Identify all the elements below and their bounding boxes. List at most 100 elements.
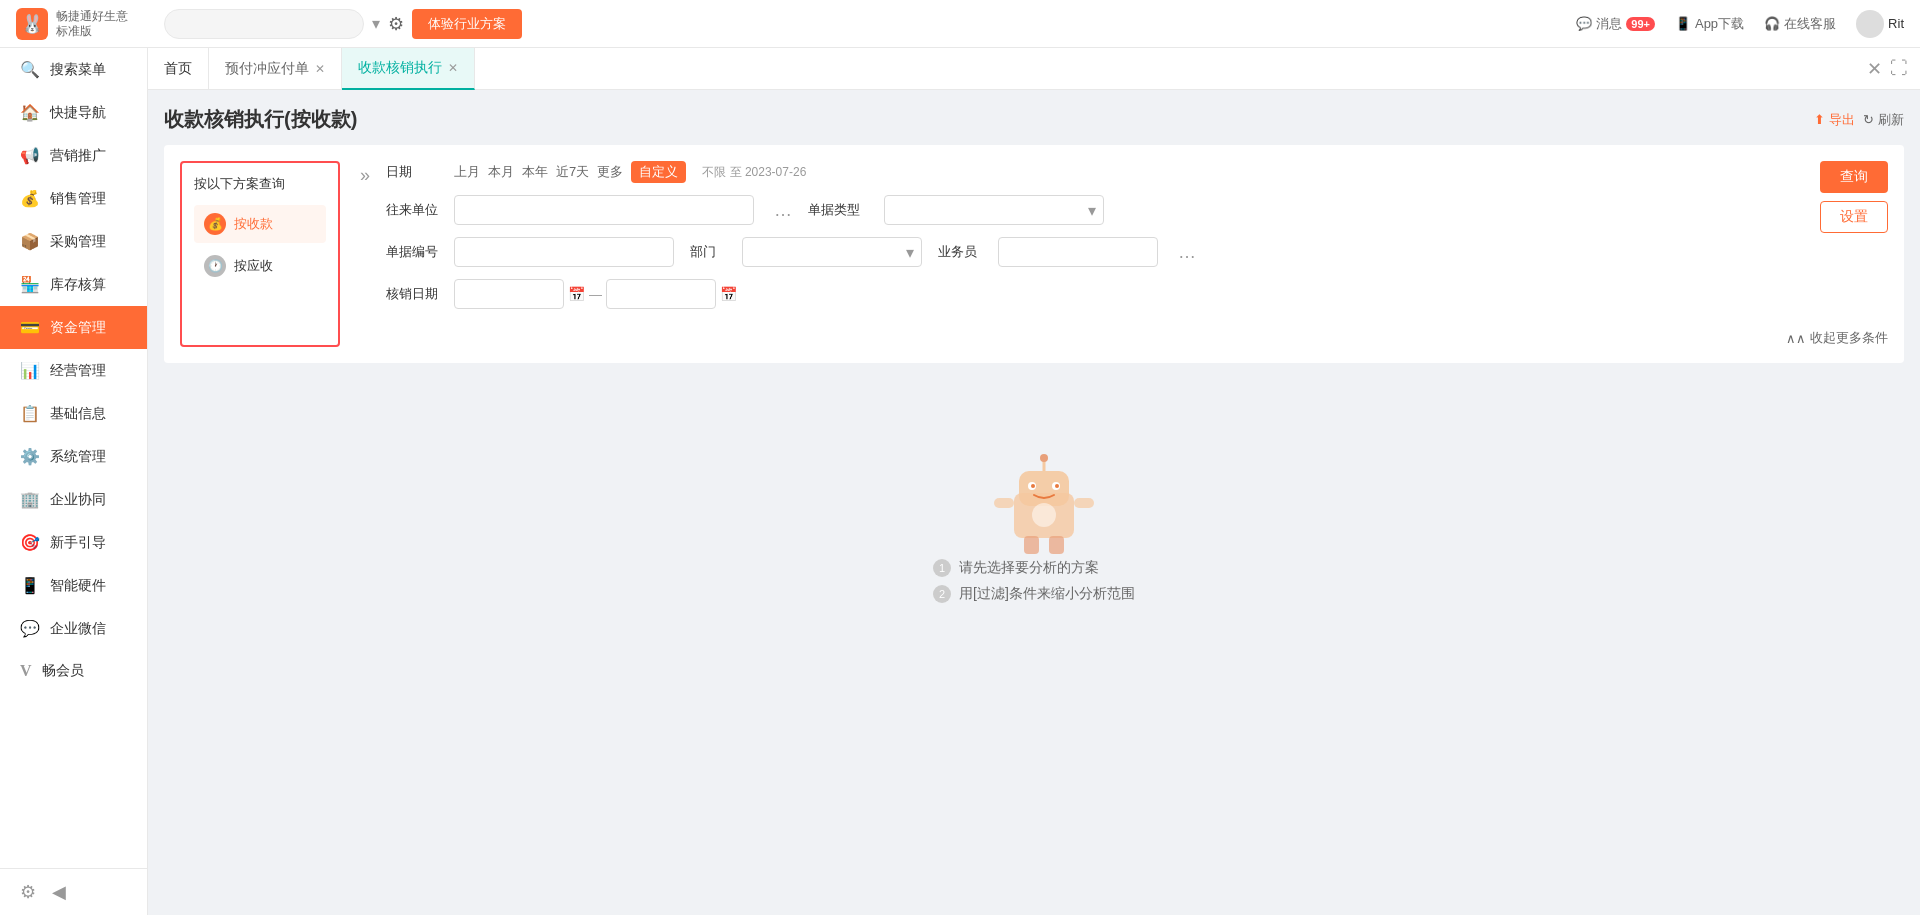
expand-tab-icon[interactable]: ⛶ xyxy=(1890,58,1908,79)
date-label: 日期 xyxy=(386,163,438,181)
tab-prepay[interactable]: 预付冲应付单 ✕ xyxy=(209,48,342,90)
date-shortcuts: 上月 本月 本年 近7天 更多 自定义 xyxy=(454,161,686,183)
filter-option-by-receipt[interactable]: 💰 按收款 xyxy=(194,205,326,243)
svg-point-7 xyxy=(1040,454,1048,462)
sidebar-label: 基础信息 xyxy=(50,405,106,423)
top-search-bar[interactable] xyxy=(164,9,364,39)
sidebar-item-quick-nav[interactable]: 🏠 快捷导航 xyxy=(0,91,147,134)
empty-robot-illustration xyxy=(984,443,1084,543)
date-shortcut-this-year[interactable]: 本年 xyxy=(522,163,548,181)
tip-text-2: 用[过滤]条件来缩小分析范围 xyxy=(959,585,1135,603)
page-header: 收款核销执行(按收款) ⬆ 导出 ↻ 刷新 xyxy=(164,106,1904,133)
tab-receipts[interactable]: 收款核销执行 ✕ xyxy=(342,48,475,90)
app-download-label: App下载 xyxy=(1695,15,1744,33)
sidebar-label: 经营管理 xyxy=(50,362,106,380)
verify-date-from[interactable]: 2023-03-01 xyxy=(454,279,564,309)
top-right-actions: 💬 消息 99+ 📱 App下载 🎧 在线客服 Rit xyxy=(1576,10,1904,38)
collapse-sidebar-icon[interactable]: ◀ xyxy=(52,881,66,903)
counterparty-input[interactable] xyxy=(454,195,754,225)
tab-actions: ✕ ⛶ xyxy=(1867,58,1920,80)
docnum-input[interactable] xyxy=(454,237,674,267)
verify-date-to[interactable]: 2023-07-21 xyxy=(606,279,716,309)
sidebar-item-marketing[interactable]: 📢 营销推广 xyxy=(0,134,147,177)
user-avatar xyxy=(1856,10,1884,38)
doctype-dropdown-icon: ▾ xyxy=(1088,201,1096,220)
receivable-icon: 🕐 xyxy=(204,255,226,277)
purchase-icon: 📦 xyxy=(20,232,40,251)
tab-bar: 首页 预付冲应付单 ✕ 收款核销执行 ✕ ✕ ⛶ xyxy=(148,48,1920,90)
receipt-icon: 💰 xyxy=(204,213,226,235)
verify-to-calendar-icon[interactable]: 📅 xyxy=(720,286,737,302)
message-action[interactable]: 💬 消息 99+ xyxy=(1576,15,1655,33)
message-badge: 99+ xyxy=(1626,17,1655,31)
sidebar-item-enterprise[interactable]: 🏢 企业协同 xyxy=(0,478,147,521)
refresh-button[interactable]: ↻ 刷新 xyxy=(1863,111,1904,129)
search-dropdown-icon[interactable]: ▾ xyxy=(372,14,380,33)
tip-num-2: 2 xyxy=(933,585,951,603)
logo-icon: 🐰 xyxy=(16,8,48,40)
settings-bottom-icon[interactable]: ⚙ xyxy=(20,881,36,903)
empty-tips: 1 请先选择要分析的方案 2 用[过滤]条件来缩小分析范围 xyxy=(933,559,1135,603)
marketing-icon: 📢 xyxy=(20,146,40,165)
close-tab-icon[interactable]: ✕ xyxy=(1867,58,1882,80)
sidebar-label: 采购管理 xyxy=(50,233,106,251)
inventory-icon: 🏪 xyxy=(20,275,40,294)
tab-receipts-close[interactable]: ✕ xyxy=(448,62,458,74)
date-range-note: 不限 至 2023-07-26 xyxy=(702,164,806,181)
staff-input[interactable] xyxy=(998,237,1158,267)
tab-prepay-close[interactable]: ✕ xyxy=(315,63,325,75)
collapse-up-icon: ∧∧ xyxy=(1786,331,1806,346)
sidebar-item-purchase[interactable]: 📦 采购管理 xyxy=(0,220,147,263)
date-shortcut-last-month[interactable]: 上月 xyxy=(454,163,480,181)
gear-icon[interactable]: ⚙ xyxy=(388,13,404,35)
search-area: ▾ ⚙ 体验行业方案 xyxy=(164,9,1576,39)
sidebar-item-basic-info[interactable]: 📋 基础信息 xyxy=(0,392,147,435)
sidebar-item-member[interactable]: V 畅会员 xyxy=(0,650,147,692)
dept-label: 部门 xyxy=(690,243,726,261)
counterparty-dots-icon[interactable]: … xyxy=(774,200,792,221)
industry-btn[interactable]: 体验行业方案 xyxy=(412,9,522,39)
sidebar-item-operation[interactable]: 📊 经营管理 xyxy=(0,349,147,392)
sidebar-label: 快捷导航 xyxy=(50,104,106,122)
settings-button[interactable]: 设置 xyxy=(1820,201,1888,233)
tab-home[interactable]: 首页 xyxy=(148,48,209,90)
dept-dropdown-icon: ▾ xyxy=(906,243,914,262)
export-button[interactable]: ⬆ 导出 xyxy=(1814,111,1855,129)
collapse-more-button[interactable]: ∧∧ 收起更多条件 xyxy=(1786,329,1888,347)
export-icon: ⬆ xyxy=(1814,112,1825,127)
date-range-separator: — xyxy=(589,287,602,302)
sidebar-item-inventory[interactable]: 🏪 库存核算 xyxy=(0,263,147,306)
filter-option-by-receivable[interactable]: 🕐 按应收 xyxy=(194,247,326,285)
tip-num-1: 1 xyxy=(933,559,951,577)
empty-tip-2: 2 用[过滤]条件来缩小分析范围 xyxy=(933,585,1135,603)
date-shortcut-custom[interactable]: 自定义 xyxy=(631,161,686,183)
app-download-action[interactable]: 📱 App下载 xyxy=(1675,15,1744,33)
svg-rect-10 xyxy=(1024,536,1039,554)
svg-rect-8 xyxy=(994,498,1014,508)
doctype-input[interactable] xyxy=(884,195,1104,225)
online-service-action[interactable]: 🎧 在线客服 xyxy=(1764,15,1836,33)
verify-from-calendar-icon[interactable]: 📅 xyxy=(568,286,585,302)
app-edition: 标准版 xyxy=(56,24,128,38)
date-shortcut-more[interactable]: 更多 xyxy=(597,163,623,181)
sidebar: 🔍 搜索菜单 🏠 快捷导航 📢 营销推广 💰 销售管理 📦 采购管理 🏪 库存核… xyxy=(0,48,148,915)
sidebar-item-finance[interactable]: 💳 资金管理 xyxy=(0,306,147,349)
user-action[interactable]: Rit xyxy=(1856,10,1904,38)
app-name: 畅捷通好生意 xyxy=(56,9,128,23)
sidebar-item-guide[interactable]: 🎯 新手引导 xyxy=(0,521,147,564)
filter-scheme-title: 按以下方案查询 xyxy=(194,175,326,193)
sidebar-item-sales[interactable]: 💰 销售管理 xyxy=(0,177,147,220)
sidebar-item-wechat[interactable]: 💬 企业微信 xyxy=(0,607,147,650)
sidebar-item-search-menu[interactable]: 🔍 搜索菜单 xyxy=(0,48,147,91)
sidebar-label: 智能硬件 xyxy=(50,577,106,595)
date-shortcut-this-month[interactable]: 本月 xyxy=(488,163,514,181)
staff-dots-icon[interactable]: … xyxy=(1178,242,1196,263)
sidebar-item-hardware[interactable]: 📱 智能硬件 xyxy=(0,564,147,607)
verify-date-row: 核销日期 2023-03-01 📅 — 2023-07-21 📅 xyxy=(386,279,1804,309)
dept-input[interactable] xyxy=(742,237,922,267)
date-shortcut-7days[interactable]: 近7天 xyxy=(556,163,589,181)
query-button[interactable]: 查询 xyxy=(1820,161,1888,193)
sidebar-item-system[interactable]: ⚙️ 系统管理 xyxy=(0,435,147,478)
message-icon: 💬 xyxy=(1576,16,1592,31)
filter-collapse-icon[interactable]: » xyxy=(360,165,370,347)
